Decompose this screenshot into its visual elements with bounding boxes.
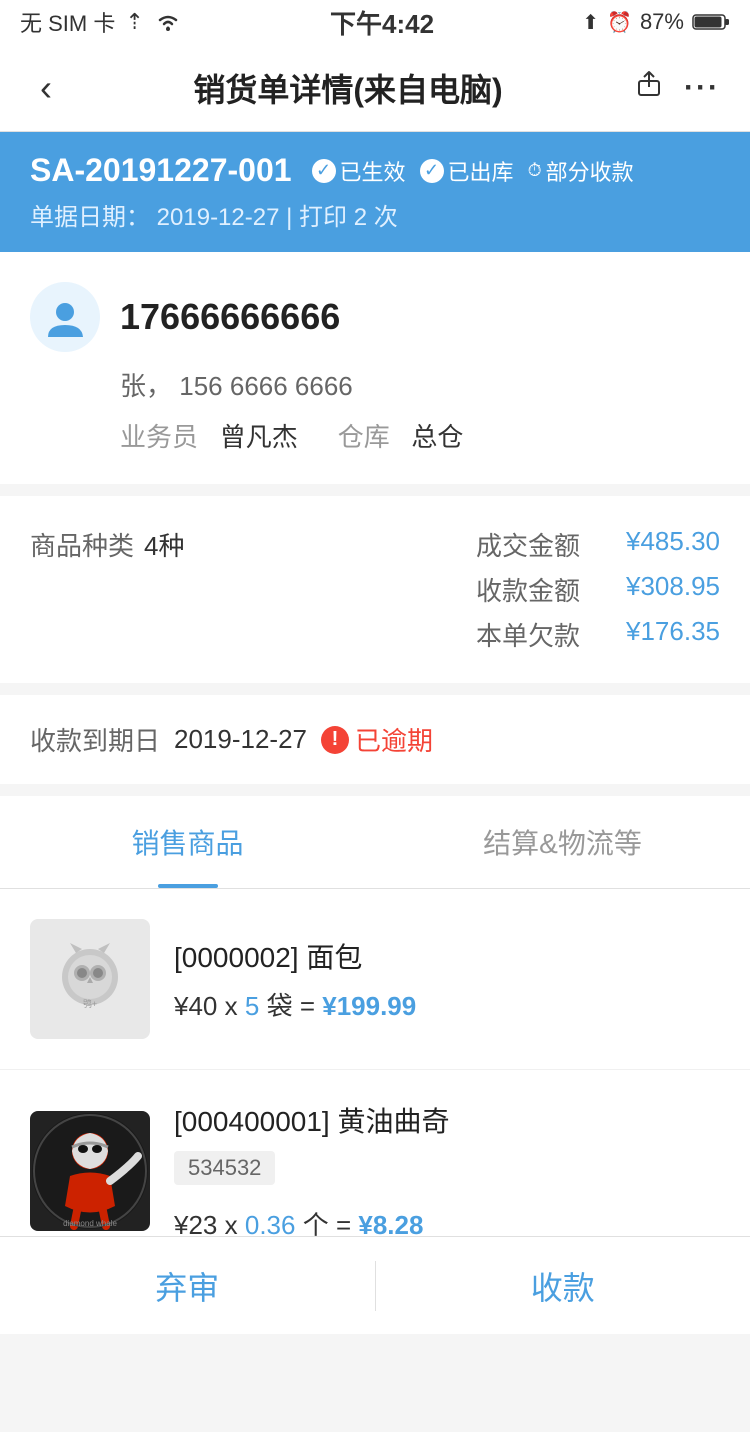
status-bar: 无 SIM 卡 ⇡ 下午4:42 ⬆ ⏰ 87% (0, 0, 750, 44)
product-thumbnail-1: 鸮+ (30, 919, 150, 1039)
product-info-1: [0000002] 面包 ¥40 x 5 袋 = ¥199.99 (174, 936, 720, 1023)
svg-text:diamond whale: diamond whale (63, 1219, 117, 1228)
product-info-2: [000400001] 黄油曲奇 534532 ¥23 x 0.36 个 = ¥… (174, 1100, 720, 1242)
overdue-warning-icon: ! (321, 726, 349, 754)
order-header: SA-20191227-001 ✓ 已生效 ✓ 已出库 ⏱ 部分收款 单据日期：… (0, 132, 750, 252)
warehouse-meta: 仓库 总仓 (338, 417, 464, 454)
product-name-2: [000400001] 黄油曲奇 (174, 1100, 720, 1140)
clock-icon: ⏱ (528, 160, 542, 181)
product-price-1: ¥40 x 5 袋 = ¥199.99 (174, 986, 720, 1023)
customer-section: 17666666666 张， 156 6666 6666 业务员 曾凡杰 仓库 … (0, 252, 750, 484)
overdue-badge: ! 已逾期 (321, 721, 433, 758)
summary-section: 商品种类 4种 成交金额 ¥485.30 收款金额 ¥308.95 本单欠款 ¥… (0, 496, 750, 683)
tabs: 销售商品 结算&物流等 (0, 796, 750, 889)
nav-bar: ‹ 销货单详情(来自电脑) ··· (0, 44, 750, 132)
back-button[interactable]: ‹ (30, 57, 62, 119)
confirm-payment-button[interactable]: 收款 (376, 1243, 750, 1329)
battery-level: 87% (640, 9, 684, 35)
customer-meta: 业务员 曾凡杰 仓库 总仓 (30, 417, 720, 454)
customer-phone: 17666666666 (120, 296, 340, 338)
status-shipped: ✓ 已出库 (420, 155, 514, 187)
wifi-signal-icon (154, 12, 182, 32)
product-thumbnail-2: diamond whale (30, 1111, 150, 1231)
more-icon[interactable]: ··· (684, 71, 720, 105)
customer-main: 17666666666 (30, 282, 720, 352)
product-batch-label: 534532 (174, 1151, 275, 1185)
debt-amount-row: 本单欠款 ¥176.35 (476, 616, 720, 653)
status-right: ⬆ ⏰ 87% (582, 9, 730, 35)
sim-status: 无 SIM 卡 (20, 6, 115, 38)
received-amount-row: 收款金额 ¥308.95 (476, 571, 720, 608)
customer-info: 张， 156 6666 6666 (30, 366, 720, 403)
due-section: 收款到期日 2019-12-27 ! 已逾期 (0, 695, 750, 784)
cancel-button[interactable]: 弃审 (0, 1243, 375, 1329)
tab-settlement[interactable]: 结算&物流等 (375, 796, 750, 888)
nav-actions: ··· (634, 69, 720, 107)
svg-text:鸮+: 鸮+ (83, 998, 97, 1009)
avatar (30, 282, 100, 352)
current-time: 下午4:42 (330, 4, 434, 41)
bottom-bar: 弃审 收款 (0, 1236, 750, 1334)
wifi-icon: ⇡ (125, 9, 143, 35)
status-left: 无 SIM 卡 ⇡ (20, 6, 182, 38)
product-item: 鸮+ [0000002] 面包 ¥40 x 5 袋 = ¥199.99 (0, 889, 750, 1070)
sales-rep-meta: 业务员 曾凡杰 (120, 417, 298, 454)
share-icon[interactable] (634, 69, 664, 107)
product-name-1: [0000002] 面包 (174, 936, 720, 976)
order-date: 单据日期： 2019-12-27 | 打印 2 次 (30, 197, 720, 232)
battery-icon (692, 13, 730, 31)
check-icon: ✓ (312, 159, 336, 183)
status-partial: ⏱ 部分收款 (528, 155, 634, 187)
status-badges: ✓ 已生效 ✓ 已出库 ⏱ 部分收款 (312, 155, 634, 187)
deal-amount-row: 成交金额 ¥485.30 (476, 526, 720, 563)
page-title: 销货单详情(来自电脑) (193, 65, 502, 111)
status-effective: ✓ 已生效 (312, 155, 406, 187)
check-icon-2: ✓ (420, 159, 444, 183)
location-icon: ⬆ (582, 10, 599, 35)
goods-type: 商品种类 4种 (30, 526, 184, 563)
order-id: SA-20191227-001 (30, 152, 292, 189)
alarm-icon: ⏰ (607, 10, 632, 35)
tab-sales-goods[interactable]: 销售商品 (0, 796, 375, 888)
amount-summary: 成交金额 ¥485.30 收款金额 ¥308.95 本单欠款 ¥176.35 (476, 526, 720, 653)
